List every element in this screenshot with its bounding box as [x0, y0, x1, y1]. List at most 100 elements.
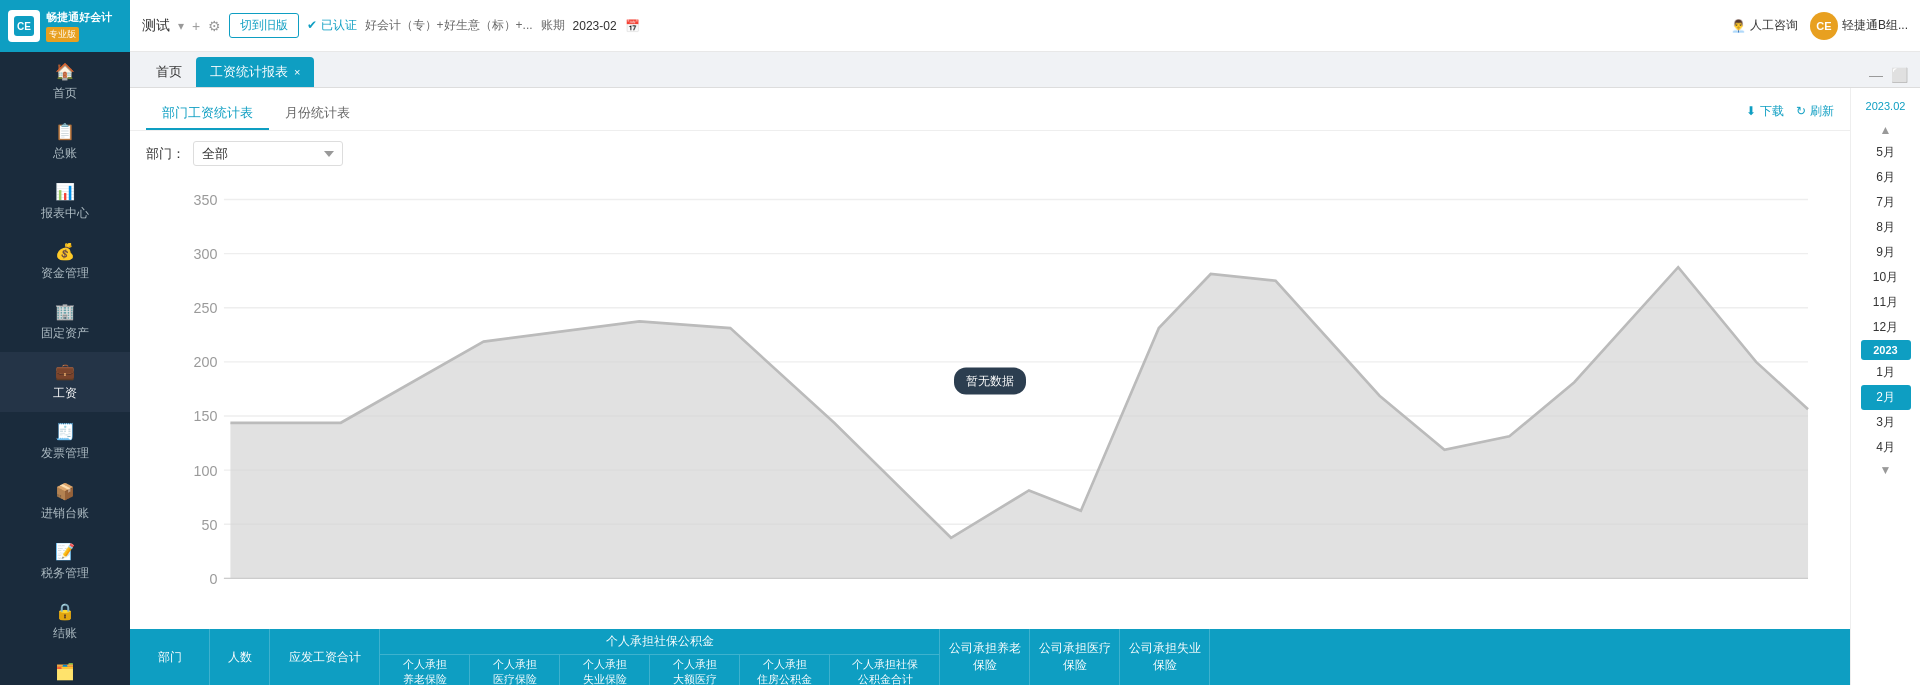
sidebar-item-assets[interactable]: 🏢 固定资产 [0, 292, 130, 352]
table-header: 部门 人数 应发工资合计 个人承担社保公积金 个人承担养老保险 个人承担医疗保险… [130, 629, 1850, 685]
sidebar-item-reports[interactable]: 📊 报表中心 [0, 172, 130, 232]
svg-text:200: 200 [194, 354, 218, 370]
filter-bar: 部门： 全部 行政部 财务部 销售部 [130, 131, 1850, 176]
logo-icon: CE [8, 10, 40, 42]
tabs-bar: 首页 工资统计报表 × — ⬜ [130, 52, 1920, 88]
funds-icon: 💰 [55, 242, 75, 261]
sub-tab-dept[interactable]: 部门工资统计表 [146, 98, 269, 130]
month-2023-3[interactable]: 3月 [1861, 410, 1911, 435]
content-area: 部门工资统计表 月份统计表 ⬇ 下载 ↻ 刷新 [130, 88, 1920, 685]
dept-filter-select[interactable]: 全部 行政部 财务部 销售部 [193, 141, 343, 166]
main-area: 测试 ▾ + ⚙ 切到旧版 ✔ 已认证 好会计（专）+好生意（标）+... 账期… [130, 0, 1920, 685]
th-group-personal-cols: 个人承担养老保险 个人承担医疗保险 个人承担失业保险 个人承担大额医疗 个人承担… [380, 655, 939, 685]
tab-home[interactable]: 首页 [142, 57, 196, 87]
sidebar-item-label: 报表中心 [41, 205, 89, 222]
period-info: 账期 2023-02 📅 [541, 17, 640, 34]
period-value: 2023-02 [573, 19, 617, 33]
chart-wrapper: 350 300 250 200 150 100 50 0 [130, 176, 1850, 629]
month-2023-2[interactable]: 2月 [1861, 385, 1911, 410]
switch-old-version-button[interactable]: 切到旧版 [229, 13, 299, 38]
chart-svg: 350 300 250 200 150 100 50 0 [146, 186, 1834, 619]
month-10[interactable]: 10月 [1861, 265, 1911, 290]
tab-home-label: 首页 [156, 63, 182, 81]
help-icon: 👨‍💼 [1731, 19, 1746, 33]
sidebar-nav: 🏠 首页 📋 总账 📊 报表中心 💰 资金管理 🏢 固定资产 💼 工资 🧾 发票… [0, 52, 130, 685]
sidebar-item-label: 首页 [53, 85, 77, 102]
svg-text:CE: CE [17, 21, 31, 32]
th-dept: 部门 [130, 629, 210, 685]
download-button[interactable]: ⬇ 下载 [1746, 103, 1784, 120]
svg-text:100: 100 [194, 462, 218, 478]
refresh-button[interactable]: ↻ 刷新 [1796, 103, 1834, 120]
year-display: 2023.02 [1860, 96, 1912, 116]
svg-marker-18 [230, 267, 1808, 578]
sidebar-item-ledger[interactable]: 📋 总账 [0, 112, 130, 172]
sidebar-item-funds[interactable]: 💰 资金管理 [0, 232, 130, 292]
user-profile[interactable]: CE 轻捷通B组... [1810, 12, 1908, 40]
purchase-icon: 📦 [55, 482, 75, 501]
th-company-unemploy: 公司承担失业保险 [1120, 629, 1210, 685]
month-7[interactable]: 7月 [1861, 190, 1911, 215]
assets-icon: 🏢 [55, 302, 75, 321]
panel-up-button[interactable]: ▲ [1876, 120, 1896, 140]
sidebar-item-label: 资金管理 [41, 265, 89, 282]
sidebar-item-invoice[interactable]: 🧾 发票管理 [0, 412, 130, 472]
th-personal-total: 个人承担社保公积金合计 [830, 655, 940, 685]
sidebar-item-archive[interactable]: 🗂️ 归档管理 [0, 652, 130, 685]
settings-icon[interactable]: ⚙ [208, 18, 221, 34]
month-2023-1[interactable]: 1月 [1861, 360, 1911, 385]
invoice-icon: 🧾 [55, 422, 75, 441]
panel-down-button[interactable]: ▼ [1876, 460, 1896, 480]
sub-tab-monthly[interactable]: 月份统计表 [269, 98, 366, 130]
month-5[interactable]: 5月 [1861, 140, 1911, 165]
sidebar-item-salary[interactable]: 💼 工资 [0, 352, 130, 412]
sidebar-item-label: 总账 [53, 145, 77, 162]
th-count: 人数 [210, 629, 270, 685]
product-tags: 好会计（专）+好生意（标）+... [365, 17, 533, 34]
main-content: 部门工资统计表 月份统计表 ⬇ 下载 ↻ 刷新 [130, 88, 1850, 685]
add-icon[interactable]: + [192, 18, 200, 34]
tab-close-icon[interactable]: × [294, 66, 300, 78]
chart-container: 350 300 250 200 150 100 50 0 [146, 186, 1834, 619]
close-nav-icon: 🔒 [55, 602, 75, 621]
avatar: CE [1810, 12, 1838, 40]
calendar-icon: 📅 [625, 19, 640, 33]
home-icon: 🏠 [55, 62, 75, 81]
svg-text:300: 300 [194, 246, 218, 262]
sidebar-item-home[interactable]: 🏠 首页 [0, 52, 130, 112]
sidebar-item-tax[interactable]: 📝 税务管理 [0, 532, 130, 592]
th-group-personal: 个人承担社保公积金 [380, 629, 939, 655]
help-button[interactable]: 👨‍💼 人工咨询 [1731, 17, 1798, 34]
reports-icon: 📊 [55, 182, 75, 201]
salary-icon: 💼 [55, 362, 75, 381]
tab-salary-report-label: 工资统计报表 [210, 63, 288, 81]
sidebar-item-label: 工资 [53, 385, 77, 402]
product-tags-label: 好会计（专）+好生意（标）+... [365, 17, 533, 34]
month-12[interactable]: 12月 [1861, 315, 1911, 340]
month-9[interactable]: 9月 [1861, 240, 1911, 265]
certified-label: ✔ 已认证 [307, 17, 356, 34]
th-personal-housing: 个人承担住房公积金 [740, 655, 830, 685]
svg-text:150: 150 [194, 408, 218, 424]
month-2023-4[interactable]: 4月 [1861, 435, 1911, 460]
th-total-salary: 应发工资合计 [270, 629, 380, 685]
svg-text:350: 350 [194, 192, 218, 208]
sidebar: CE 畅捷通好会计 专业版 🏠 首页 📋 总账 📊 报表中心 💰 资金管理 🏢 … [0, 0, 130, 685]
month-8[interactable]: 8月 [1861, 215, 1911, 240]
month-6[interactable]: 6月 [1861, 165, 1911, 190]
right-panel: 2023.02 ▲ 5月 6月 7月 8月 9月 10月 11月 12月 202… [1850, 88, 1920, 685]
minimize-icon[interactable]: — [1869, 67, 1883, 83]
sidebar-item-label: 发票管理 [41, 445, 89, 462]
tab-salary-report[interactable]: 工资统计报表 × [196, 57, 314, 87]
topbar-right: 👨‍💼 人工咨询 CE 轻捷通B组... [1731, 12, 1908, 40]
sidebar-item-close[interactable]: 🔒 结账 [0, 592, 130, 652]
sidebar-item-label: 税务管理 [41, 565, 89, 582]
dept-filter-label: 部门： [146, 145, 185, 163]
sidebar-logo: CE 畅捷通好会计 专业版 [0, 0, 130, 52]
sidebar-item-label: 进销台账 [41, 505, 89, 522]
svg-text:0: 0 [209, 571, 217, 587]
sidebar-item-purchase[interactable]: 📦 进销台账 [0, 472, 130, 532]
maximize-icon[interactable]: ⬜ [1891, 67, 1908, 83]
month-11[interactable]: 11月 [1861, 290, 1911, 315]
sub-tabs-right: ⬇ 下载 ↻ 刷新 [1746, 103, 1834, 126]
